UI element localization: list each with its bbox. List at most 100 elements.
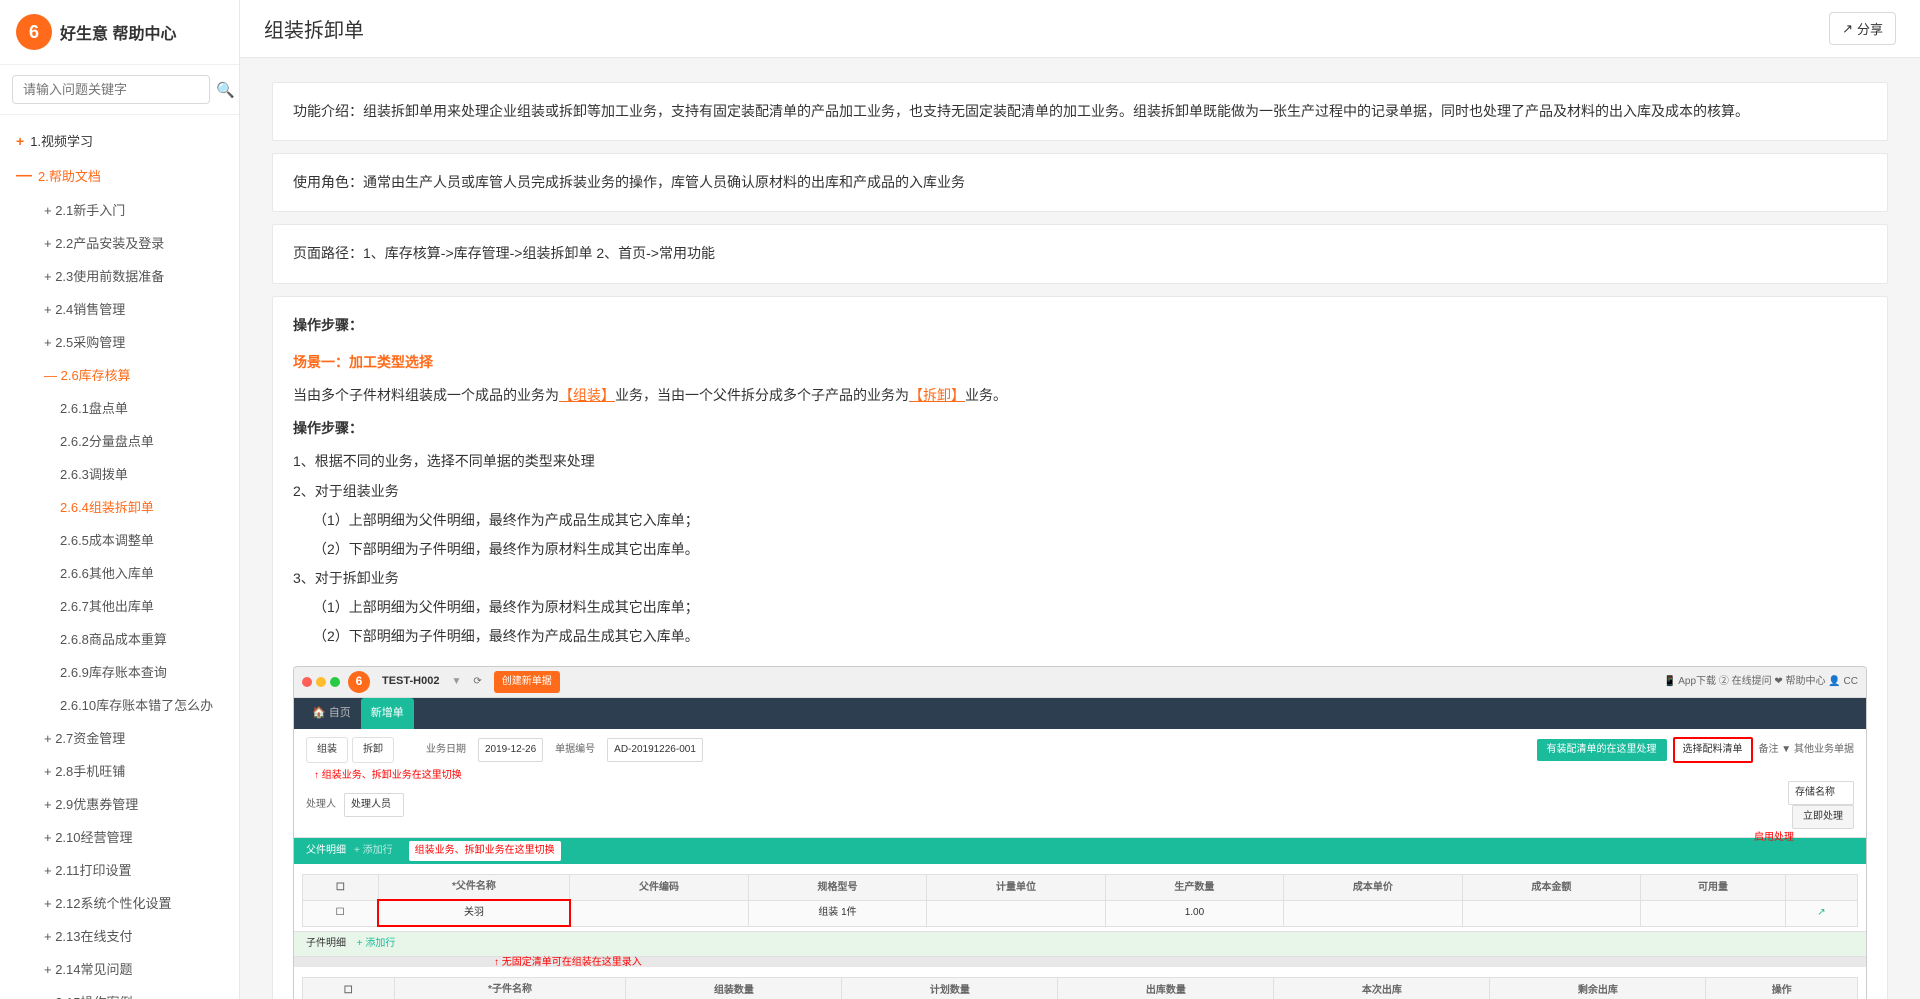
sidebar-item-help[interactable]: — 2.帮助文档	[0, 158, 239, 193]
sidebar-item-2-6-6[interactable]: 2.6.6其他入库单	[44, 556, 239, 589]
intro-text: 功能介绍：组装拆卸单用来处理企业组装或拆卸等加工业务，支持有固定装配清单的产品加…	[293, 103, 1749, 119]
annotation-type: ↑ 组装业务、拆卸业务在这里切换	[314, 767, 462, 785]
sidebar-item-2-6-9[interactable]: 2.6.9库存账本查询	[44, 655, 239, 688]
ops-title: 操作步骤：	[293, 313, 1867, 338]
sidebar-item-2-6-3[interactable]: 2.6.3调拨单	[44, 457, 239, 490]
qiyong-container: 存储名称 启用处理 立即处理	[1788, 781, 1854, 829]
sidebar-item-2-2[interactable]: + 2.2产品安装及登录	[28, 226, 239, 259]
td-ops-btn[interactable]: ↗	[1785, 900, 1857, 926]
sidebar-item-2-12[interactable]: + 2.12系统个性化设置	[28, 886, 239, 919]
sidebar-item-2-11[interactable]: + 2.11打印设置	[28, 853, 239, 886]
ops-steps-strong: 操作步骤：	[293, 420, 363, 436]
sidebar-item-2-6[interactable]: — 2.6库存核算	[28, 358, 239, 391]
lower-table: ☐ *子件名称 组装数量 计划数量 出库数量 本次出库 剩余出库 操作	[302, 977, 1858, 999]
screenshot-form-area: 组装 拆卸 ↑ 组装业务、拆卸业务在这里切换 业务日期 2019-12-26 单…	[294, 729, 1866, 838]
section-label: 父件明细	[306, 842, 346, 860]
td-available	[1641, 900, 1786, 926]
sidebar-item-video[interactable]: + 1.视频学习	[0, 123, 239, 158]
lower-section-label: 子件明细	[306, 938, 346, 949]
tab-chaishou[interactable]: 拆卸	[352, 737, 394, 763]
role-text: 使用角色：通常由生产人员或库管人员完成拆装业务的操作，库管人员确认原材料的出库和…	[293, 174, 965, 190]
sidebar-item-2-10[interactable]: + 2.10经营管理	[28, 820, 239, 853]
sidebar-item-2-4[interactable]: + 2.4销售管理	[28, 292, 239, 325]
sidebar-item-2-5[interactable]: + 2.5采购管理	[28, 325, 239, 358]
td-spec: 组装 1件	[748, 900, 926, 926]
dropdown-arrow: ▼	[451, 673, 461, 691]
sidebar-item-2-7[interactable]: + 2.7资金管理	[28, 721, 239, 754]
th-cost-amount: 成本金额	[1462, 875, 1640, 901]
lth-this-out: 本次出库	[1274, 978, 1490, 999]
right-form-area: 有装配清单的在这里处理 选择配料清单 备注 ▼ 其他业务单据	[1537, 737, 1854, 763]
search-button[interactable]: 🔍	[216, 76, 235, 104]
form-date-value[interactable]: 2019-12-26	[478, 738, 543, 762]
role-block: 使用角色：通常由生产人员或库管人员完成拆装业务的操作，库管人员确认原材料的出库和…	[272, 153, 1888, 212]
logo-icon: 6	[16, 14, 52, 50]
path-block: 页面路径：1、库存核算->库存管理->组装拆卸单 2、首页->常用功能	[272, 224, 1888, 283]
app-name-small: TEST-H002	[382, 672, 439, 692]
lth-ops: 操作	[1706, 978, 1858, 999]
ops-block: 操作步骤： 场景一：加工类型选择 当由多个子件材料组装成一个成品的业务为【组装】…	[272, 296, 1888, 999]
sidebar-item-2-6-7[interactable]: 2.6.7其他出库单	[44, 589, 239, 622]
lth-plan-qty: 计划数量	[842, 978, 1058, 999]
close-btn-dot	[302, 677, 312, 687]
nav-home: 🏠 自页	[302, 698, 361, 730]
search-input[interactable]	[12, 75, 210, 104]
btn-confirm[interactable]: 立即处理	[1792, 805, 1854, 829]
ops-steps-label: 操作步骤：	[293, 416, 1867, 441]
sidebar-item-2-9[interactable]: + 2.9优惠券管理	[28, 787, 239, 820]
logo-text: 好生意 帮助中心	[60, 20, 176, 44]
sidebar-item-2-15[interactable]: + 2.15操作案例	[28, 985, 239, 999]
lth-out-qty: 出库数量	[1058, 978, 1274, 999]
sidebar-item-2-6-2[interactable]: 2.6.2分量盘点单	[44, 424, 239, 457]
sidebar-item-2-6-8[interactable]: 2.6.8商品成本重算	[44, 622, 239, 655]
app-logo-small: 6	[348, 671, 370, 693]
td-parent-code	[570, 900, 748, 926]
sidebar-item-2-6-4[interactable]: 2.6.4组装拆卸单	[44, 490, 239, 523]
form-ordernum-value[interactable]: AD-20191226-001	[607, 738, 703, 762]
sidebar-item-2-14[interactable]: + 2.14常见问题	[28, 952, 239, 985]
sidebar-item-2-13[interactable]: + 2.13在线支付	[28, 919, 239, 952]
th-unit: 计量单位	[927, 875, 1105, 901]
sidebar-item-2-1[interactable]: + 2.1新手入门	[28, 193, 239, 226]
field-qiyong[interactable]: 存储名称	[1788, 781, 1854, 805]
step2-2: （2）下部明细为子件明细，最终作为原材料生成其它出库单。	[313, 537, 1867, 562]
step2-1: （1）上部明细为父件明细，最终作为产成品生成其它入库单；	[313, 508, 1867, 533]
th-ops	[1785, 875, 1857, 901]
form-ordernum-label: 单据编号	[555, 741, 595, 759]
minimize-btn-dot	[316, 677, 326, 687]
step3: 3、对于拆卸业务	[293, 566, 1867, 591]
sidebar-item-2-6-5[interactable]: 2.6.5成本调整单	[44, 523, 239, 556]
th-spec: 规格型号	[748, 875, 926, 901]
lower-section-add[interactable]: + 添加行	[357, 938, 396, 949]
field-processor[interactable]: 处理人员	[344, 793, 404, 817]
upper-table: ☐ *父件名称 父件编码 规格型号 计量单位 生产数量 成本单价 成本金额 可用…	[302, 874, 1858, 927]
lth-assemble-qty: 组装数量	[626, 978, 842, 999]
btn-create-order[interactable]: 创建新单据	[494, 671, 560, 693]
sidebar-item-2-3[interactable]: + 2.3使用前数据准备	[28, 259, 239, 292]
menu-refresh: ⟳	[473, 673, 481, 691]
form-extra: 备注 ▼ 其他业务单据	[1759, 741, 1854, 759]
logo-char: 6	[29, 22, 39, 43]
nav-active-tab[interactable]: 新增单	[361, 698, 414, 730]
plus-icon: +	[16, 133, 24, 149]
td-checkbox: ☐	[303, 900, 379, 926]
share-button[interactable]: ↗ 分享	[1829, 12, 1896, 45]
screenshot-chrome: 6 TEST-H002 ▼ ⟳ 创建新单据 📱 App下载 ② 在线提问 ❤ 帮…	[294, 667, 1866, 698]
sidebar-item-2-6-1[interactable]: 2.6.1盘点单	[44, 391, 239, 424]
share-label: 分享	[1857, 19, 1883, 38]
td-parent-name[interactable]: 关羽	[378, 900, 570, 926]
table-row: ☐ 关羽 组装 1件 1.00 ↗	[303, 900, 1858, 926]
sidebar-item-2-8[interactable]: + 2.8手机旺铺	[28, 754, 239, 787]
top-bar: 组装拆卸单 ↗ 分享	[240, 0, 1920, 58]
th-parent-code: 父件编码	[570, 875, 748, 901]
step3-1: （1）上部明细为父件明细，最终作为原材料生成其它出库单；	[313, 595, 1867, 620]
form-date-label: 业务日期	[426, 741, 466, 759]
nav-menu: + 1.视频学习 — 2.帮助文档 + 2.1新手入门 + 2.2产品安装及登录…	[0, 115, 239, 999]
main: 组装拆卸单 ↗ 分享 功能介绍：组装拆卸单用来处理企业组装或拆卸等加工业务，支持…	[240, 0, 1920, 999]
sidebar-item-2-6-10[interactable]: 2.6.10库存账本错了怎么办	[44, 688, 239, 721]
upper-table-container: ☐ *父件名称 父件编码 规格型号 计量单位 生产数量 成本单价 成本金额 可用…	[294, 864, 1866, 931]
btn-select-config[interactable]: 选择配料清单	[1673, 737, 1753, 763]
page-title: 组装拆卸单	[264, 14, 364, 43]
section-add-btn[interactable]: + 添加行	[354, 842, 393, 860]
tab-zuzhuang[interactable]: 组装	[306, 737, 348, 763]
